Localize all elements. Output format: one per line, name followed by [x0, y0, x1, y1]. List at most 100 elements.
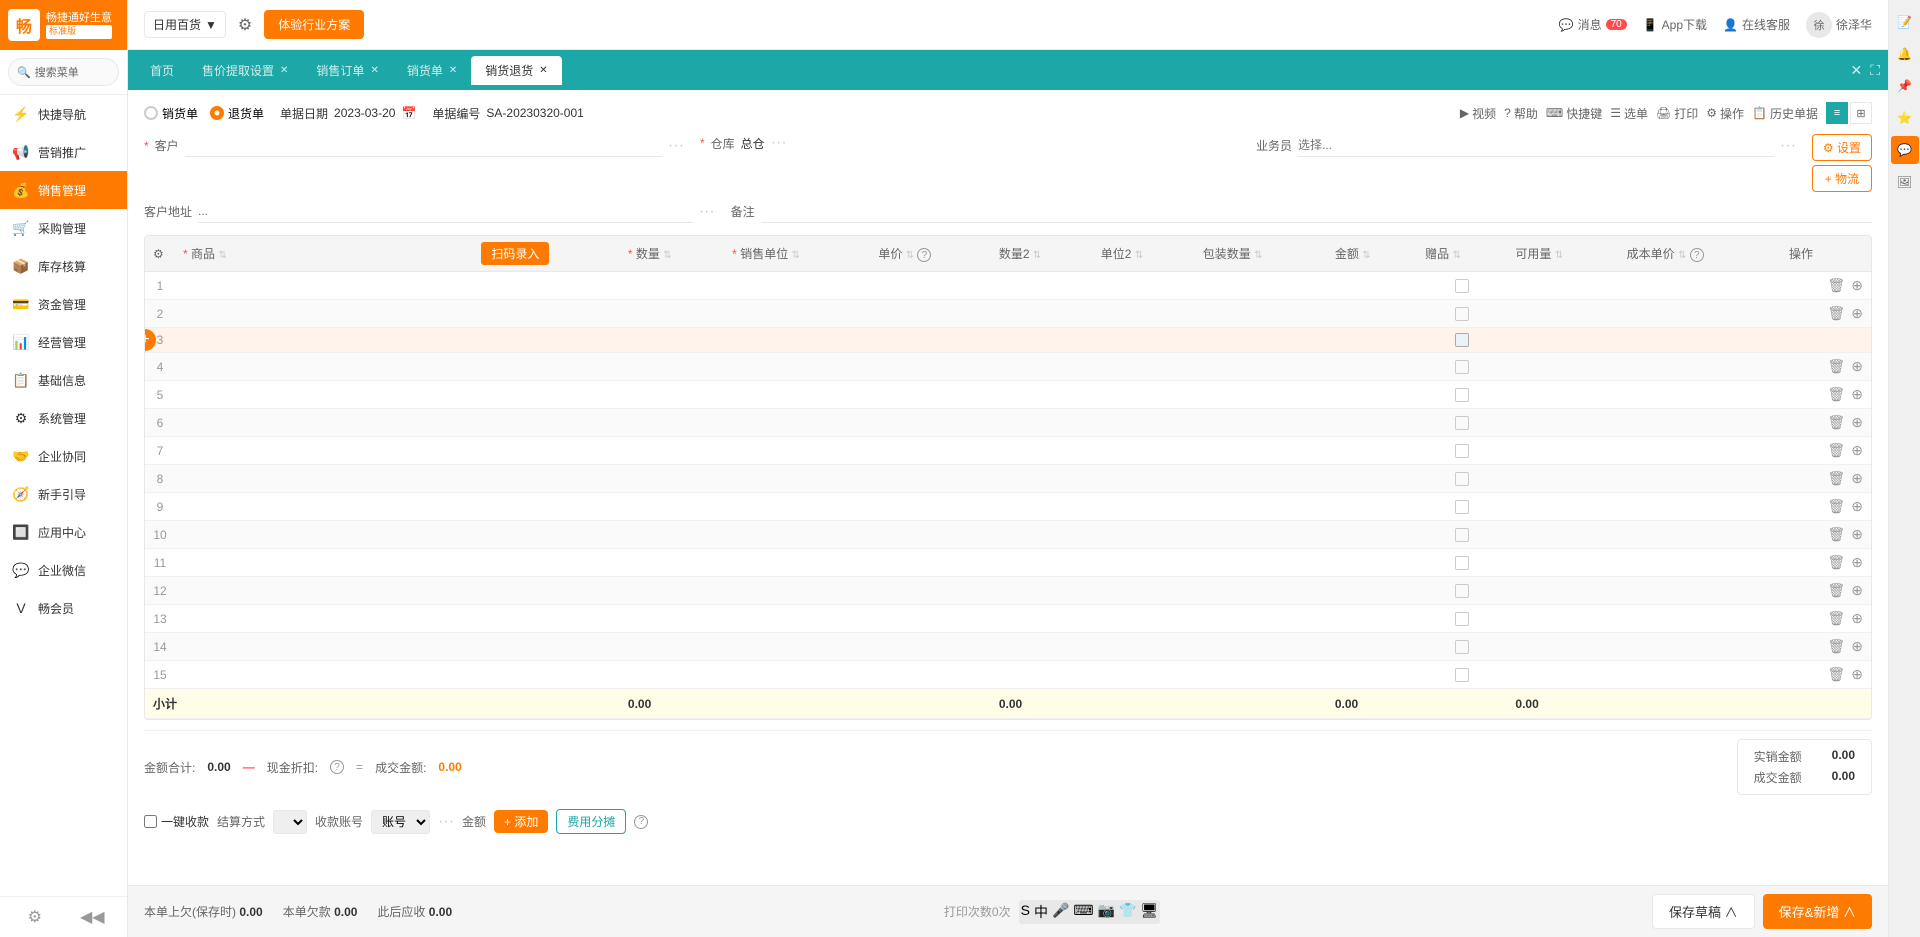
row-2-qty[interactable] — [620, 300, 724, 328]
row-2-copy-btn[interactable]: ⊕ — [1851, 305, 1863, 322]
row-7-amount[interactable] — [1327, 437, 1417, 465]
row-1-qty[interactable] — [620, 272, 724, 300]
tab-home[interactable]: 首页 — [136, 56, 188, 85]
row-9-amount[interactable] — [1327, 493, 1417, 521]
row-11-amount[interactable] — [1327, 549, 1417, 577]
right-panel-btn-2[interactable]: 🔔 — [1891, 40, 1919, 68]
fee-split-btn[interactable]: 费用分摊 — [556, 809, 626, 834]
row-11-unit2[interactable] — [1093, 549, 1195, 577]
row-3-qty[interactable] — [620, 328, 724, 353]
row-14-qty2[interactable] — [991, 633, 1093, 661]
action-operate[interactable]: ⚙ 操作 — [1706, 105, 1744, 122]
row-7-gift[interactable] — [1417, 437, 1507, 465]
row-12-gift[interactable] — [1417, 577, 1507, 605]
tab-close-sale-return[interactable]: ✕ — [539, 65, 547, 76]
row-9-delete-btn[interactable]: 🗑 — [1827, 498, 1845, 515]
tab-close-sale-price[interactable]: ✕ — [280, 65, 288, 76]
right-panel-btn-1[interactable]: 📝 — [1891, 8, 1919, 36]
row-5-unit[interactable] — [724, 381, 870, 409]
row-5-unit-price[interactable] — [870, 381, 991, 409]
unit-price-help-icon[interactable]: ? — [917, 248, 931, 262]
toolbar-icon-7[interactable]: 🖥 — [1140, 902, 1158, 922]
row-11-qty2[interactable] — [991, 549, 1093, 577]
tab-close-sale-order[interactable]: ✕ — [370, 65, 378, 76]
row-7-delete-btn[interactable]: 🗑 — [1827, 442, 1845, 459]
row-8-qty[interactable] — [620, 465, 724, 493]
row-1-pack-qty[interactable] — [1195, 272, 1327, 300]
warehouse-select-btn[interactable]: ··· — [771, 134, 787, 152]
scan-input-btn[interactable]: 扫码录入 — [481, 242, 549, 265]
row-4-product[interactable] — [175, 353, 473, 381]
settings-btn[interactable]: ⚙ 设置 — [1812, 134, 1872, 161]
experience-btn[interactable]: 体验行业方案 — [264, 10, 364, 39]
row-1-product[interactable] — [175, 272, 473, 300]
row-12-unit-price[interactable] — [870, 577, 991, 605]
row-9-unit-price[interactable] — [870, 493, 991, 521]
row-15-unit-price[interactable] — [870, 661, 991, 689]
row-13-pack-qty[interactable] — [1195, 605, 1327, 633]
row-11-copy-btn[interactable]: ⊕ — [1851, 554, 1863, 571]
row-1-unit[interactable] — [724, 272, 870, 300]
row-10-amount[interactable] — [1327, 521, 1417, 549]
row-5-delete-btn[interactable]: 🗑 — [1827, 386, 1845, 403]
sidebar-item-purchase[interactable]: 🛒 采购管理 — [0, 209, 127, 247]
row-15-qty[interactable] — [620, 661, 724, 689]
row-5-available[interactable] — [1507, 381, 1618, 409]
tab-close-sale-delivery[interactable]: ✕ — [449, 65, 457, 76]
row-13-available[interactable] — [1507, 605, 1618, 633]
row-4-unit[interactable] — [724, 353, 870, 381]
row-12-available[interactable] — [1507, 577, 1618, 605]
row-13-product[interactable] — [175, 605, 473, 633]
row-11-unit-price[interactable] — [870, 549, 991, 577]
row-6-unit-price[interactable] — [870, 409, 991, 437]
row-7-qty[interactable] — [620, 437, 724, 465]
row-11-available[interactable] — [1507, 549, 1618, 577]
search-menu-button[interactable]: 🔍 搜索菜单 — [8, 58, 119, 86]
row-4-amount[interactable] — [1327, 353, 1417, 381]
right-panel-btn-6[interactable]: 🖼 — [1891, 168, 1919, 196]
row-10-available[interactable] — [1507, 521, 1618, 549]
sidebar-item-marketing[interactable]: 📢 营销推广 — [0, 133, 127, 171]
row-6-unit[interactable] — [724, 409, 870, 437]
row-12-qty2[interactable] — [991, 577, 1093, 605]
tab-sale-return[interactable]: 销货退货 ✕ — [471, 56, 561, 85]
row-15-pack-qty[interactable] — [1195, 661, 1327, 689]
row-4-delete-btn[interactable]: 🗑 — [1827, 358, 1845, 375]
row-3-available[interactable] — [1507, 328, 1618, 353]
row-6-copy-btn[interactable]: ⊕ — [1851, 414, 1863, 431]
account-more-btn[interactable]: ··· — [438, 813, 454, 831]
row-1-available[interactable] — [1507, 272, 1618, 300]
row-10-copy-btn[interactable]: ⊕ — [1851, 526, 1863, 543]
row-12-product[interactable] — [175, 577, 473, 605]
row-8-unit-price[interactable] — [870, 465, 991, 493]
right-panel-btn-3[interactable]: 📌 — [1891, 72, 1919, 100]
row-6-unit2[interactable] — [1093, 409, 1195, 437]
discount-help-icon[interactable]: ? — [330, 760, 344, 774]
messages-btn[interactable]: 💬 消息 70 — [1559, 16, 1627, 33]
settlement-method-select[interactable] — [273, 810, 307, 834]
action-history[interactable]: 📋 历史单据 — [1752, 105, 1818, 122]
row-4-unit2[interactable] — [1093, 353, 1195, 381]
row-1-amount[interactable] — [1327, 272, 1417, 300]
sidebar-item-system[interactable]: ⚙ 系统管理 — [0, 399, 127, 437]
row-15-amount[interactable] — [1327, 661, 1417, 689]
sidebar-collapse-btn[interactable]: ◀◀ — [68, 907, 118, 927]
account-select[interactable]: 账号 — [371, 810, 430, 834]
toolbar-icon-4[interactable]: ⌨ — [1073, 902, 1093, 922]
row-4-copy-btn[interactable]: ⊕ — [1851, 358, 1863, 375]
row-8-copy-btn[interactable]: ⊕ — [1851, 470, 1863, 487]
row-5-gift[interactable] — [1417, 381, 1507, 409]
row-6-delete-btn[interactable]: 🗑 — [1827, 414, 1845, 431]
sidebar-item-basic[interactable]: 📋 基础信息 — [0, 361, 127, 399]
row-15-delete-btn[interactable]: 🗑 — [1827, 666, 1845, 683]
tab-sale-delivery[interactable]: 销货单 ✕ — [393, 56, 471, 85]
row-4-gift[interactable] — [1417, 353, 1507, 381]
view-list-btn[interactable]: ≡ — [1826, 102, 1848, 124]
row-12-unit2[interactable] — [1093, 577, 1195, 605]
row-10-pack-qty[interactable] — [1195, 521, 1327, 549]
calendar-icon[interactable]: 📅 — [401, 106, 416, 120]
row-7-available[interactable] — [1507, 437, 1618, 465]
row-7-unit-price[interactable] — [870, 437, 991, 465]
row-14-copy-btn[interactable]: ⊕ — [1851, 638, 1863, 655]
row-3-qty2[interactable] — [991, 328, 1093, 353]
